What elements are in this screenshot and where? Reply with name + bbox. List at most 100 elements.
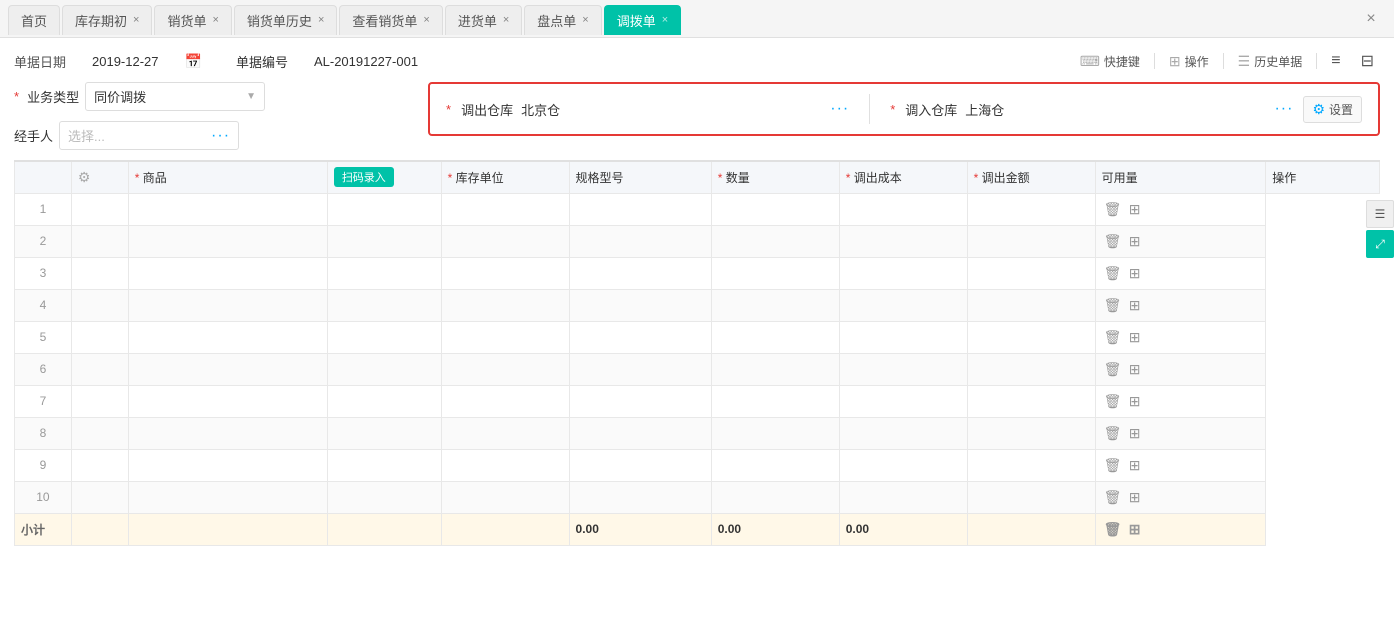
row-avail-10 [967,481,1095,513]
float-list-icon[interactable]: ☰ [1366,200,1394,228]
row-copy-icon-7[interactable]: ⊞ [1129,393,1141,409]
row-delete-icon-5[interactable]: 🗑 [1104,329,1122,345]
row-delete-icon-7[interactable]: 🗑 [1104,393,1122,409]
row-cost-1[interactable] [711,193,839,225]
tab-purchase-close[interactable]: × [503,14,509,26]
row-cost-9[interactable] [711,449,839,481]
row-copy-icon-1[interactable]: ⊞ [1129,201,1141,217]
tab-view-sales[interactable]: 查看销货单 × [339,5,442,35]
tab-transfer[interactable]: 调拨单 × [604,5,681,35]
tab-stocktake-close[interactable]: × [582,14,588,26]
row-amount-8[interactable] [839,417,967,449]
row-delete-icon-4[interactable]: 🗑 [1104,297,1122,313]
row-product-2[interactable] [128,225,327,257]
tab-sales-order[interactable]: 销货单 × [154,5,231,35]
shortcut-label: 快捷键 [1104,53,1140,70]
row-delete-icon-1[interactable]: 🗑 [1104,201,1122,217]
row-product-7[interactable] [128,385,327,417]
row-amount-10[interactable] [839,481,967,513]
row-copy-icon-10[interactable]: ⊞ [1129,489,1141,505]
tab-purchase[interactable]: 进货单 × [445,5,522,35]
row-qty-8[interactable] [569,417,711,449]
scan-button[interactable]: 扫码录入 [334,167,394,187]
warehouse-out-more-icon[interactable]: ··· [830,100,849,118]
person-more-icon[interactable]: ··· [211,127,230,145]
delete-icon[interactable]: 🗑 [1104,521,1122,537]
row-cost-10[interactable] [711,481,839,513]
row-copy-icon-4[interactable]: ⊞ [1129,297,1141,313]
operations-button[interactable]: ⊞ 操作 [1163,50,1215,73]
row-product-1[interactable] [128,193,327,225]
toolbar-right: ⌨ 快捷键 ⊞ 操作 ☰ 历史单据 ≡ ⊟ [1074,48,1380,74]
row-copy-icon-6[interactable]: ⊞ [1129,361,1141,377]
row-amount-2[interactable] [839,225,967,257]
row-qty-5[interactable] [569,321,711,353]
row-cost-4[interactable] [711,289,839,321]
row-cost-6[interactable] [711,353,839,385]
row-copy-icon-2[interactable]: ⊞ [1129,233,1141,249]
row-amount-3[interactable] [839,257,967,289]
row-copy-icon-5[interactable]: ⊞ [1129,329,1141,345]
row-qty-10[interactable] [569,481,711,513]
tab-transfer-close[interactable]: × [662,14,668,26]
window-close-button[interactable]: × [1356,4,1386,34]
shortcut-button[interactable]: ⌨ 快捷键 [1074,50,1146,73]
col-scan-header: 扫码录入 [327,161,441,193]
tab-inventory-init[interactable]: 库存期初 × [62,5,152,35]
row-delete-icon-3[interactable]: 🗑 [1104,265,1122,281]
row-qty-2[interactable] [569,225,711,257]
warehouse-in-more-icon[interactable]: ··· [1274,100,1293,118]
grid-view-button[interactable]: ⊟ [1355,48,1380,74]
row-amount-1[interactable] [839,193,967,225]
copy-icon[interactable]: ⊞ [1129,521,1141,537]
row-product-4[interactable] [128,289,327,321]
row-product-10[interactable] [128,481,327,513]
row-amount-9[interactable] [839,449,967,481]
settings-button[interactable]: ⚙ 设置 [1303,96,1362,123]
person-select[interactable]: 选择... ··· [59,121,239,150]
row-qty-3[interactable] [569,257,711,289]
row-copy-icon-8[interactable]: ⊞ [1129,425,1141,441]
col-unit-header: * 库存单位 [441,161,569,193]
row-cost-7[interactable] [711,385,839,417]
tab-stocktake[interactable]: 盘点单 × [524,5,601,35]
row-qty-7[interactable] [569,385,711,417]
list-view-button[interactable]: ≡ [1325,49,1346,73]
row-cost-8[interactable] [711,417,839,449]
row-qty-1[interactable] [569,193,711,225]
row-cost-3[interactable] [711,257,839,289]
row-copy-icon-3[interactable]: ⊞ [1129,265,1141,281]
tab-sales-history-close[interactable]: × [318,14,324,26]
row-copy-icon-9[interactable]: ⊞ [1129,457,1141,473]
row-amount-6[interactable] [839,353,967,385]
row-amount-7[interactable] [839,385,967,417]
row-product-5[interactable] [128,321,327,353]
row-qty-6[interactable] [569,353,711,385]
row-amount-5[interactable] [839,321,967,353]
tab-sales-history[interactable]: 销货单历史 × [234,5,337,35]
tab-home[interactable]: 首页 [8,5,60,35]
row-cost-5[interactable] [711,321,839,353]
row-cost-2[interactable] [711,225,839,257]
row-product-8[interactable] [128,417,327,449]
col-settings-header[interactable]: ⚙ [71,161,128,193]
float-expand-icon[interactable]: ⤢ [1366,230,1394,258]
row-delete-icon-10[interactable]: 🗑 [1104,489,1122,505]
tab-sales-order-close[interactable]: × [212,14,218,26]
row-delete-icon-9[interactable]: 🗑 [1104,457,1122,473]
calendar-icon[interactable]: 📅 [185,53,202,70]
row-product-3[interactable] [128,257,327,289]
row-delete-icon-6[interactable]: 🗑 [1104,361,1122,377]
business-type-select[interactable]: 同价调拨 ▼ [85,82,265,111]
row-product-6[interactable] [128,353,327,385]
tab-view-sales-close[interactable]: × [423,14,429,26]
row-amount-4[interactable] [839,289,967,321]
row-delete-icon-8[interactable]: 🗑 [1104,425,1122,441]
row-qty-4[interactable] [569,289,711,321]
table-settings-gear-icon[interactable]: ⚙ [78,169,91,185]
row-delete-icon-2[interactable]: 🗑 [1104,233,1122,249]
tab-inventory-init-close[interactable]: × [133,14,139,26]
row-product-9[interactable] [128,449,327,481]
row-qty-9[interactable] [569,449,711,481]
history-button[interactable]: ☰ 历史单据 [1232,50,1309,73]
